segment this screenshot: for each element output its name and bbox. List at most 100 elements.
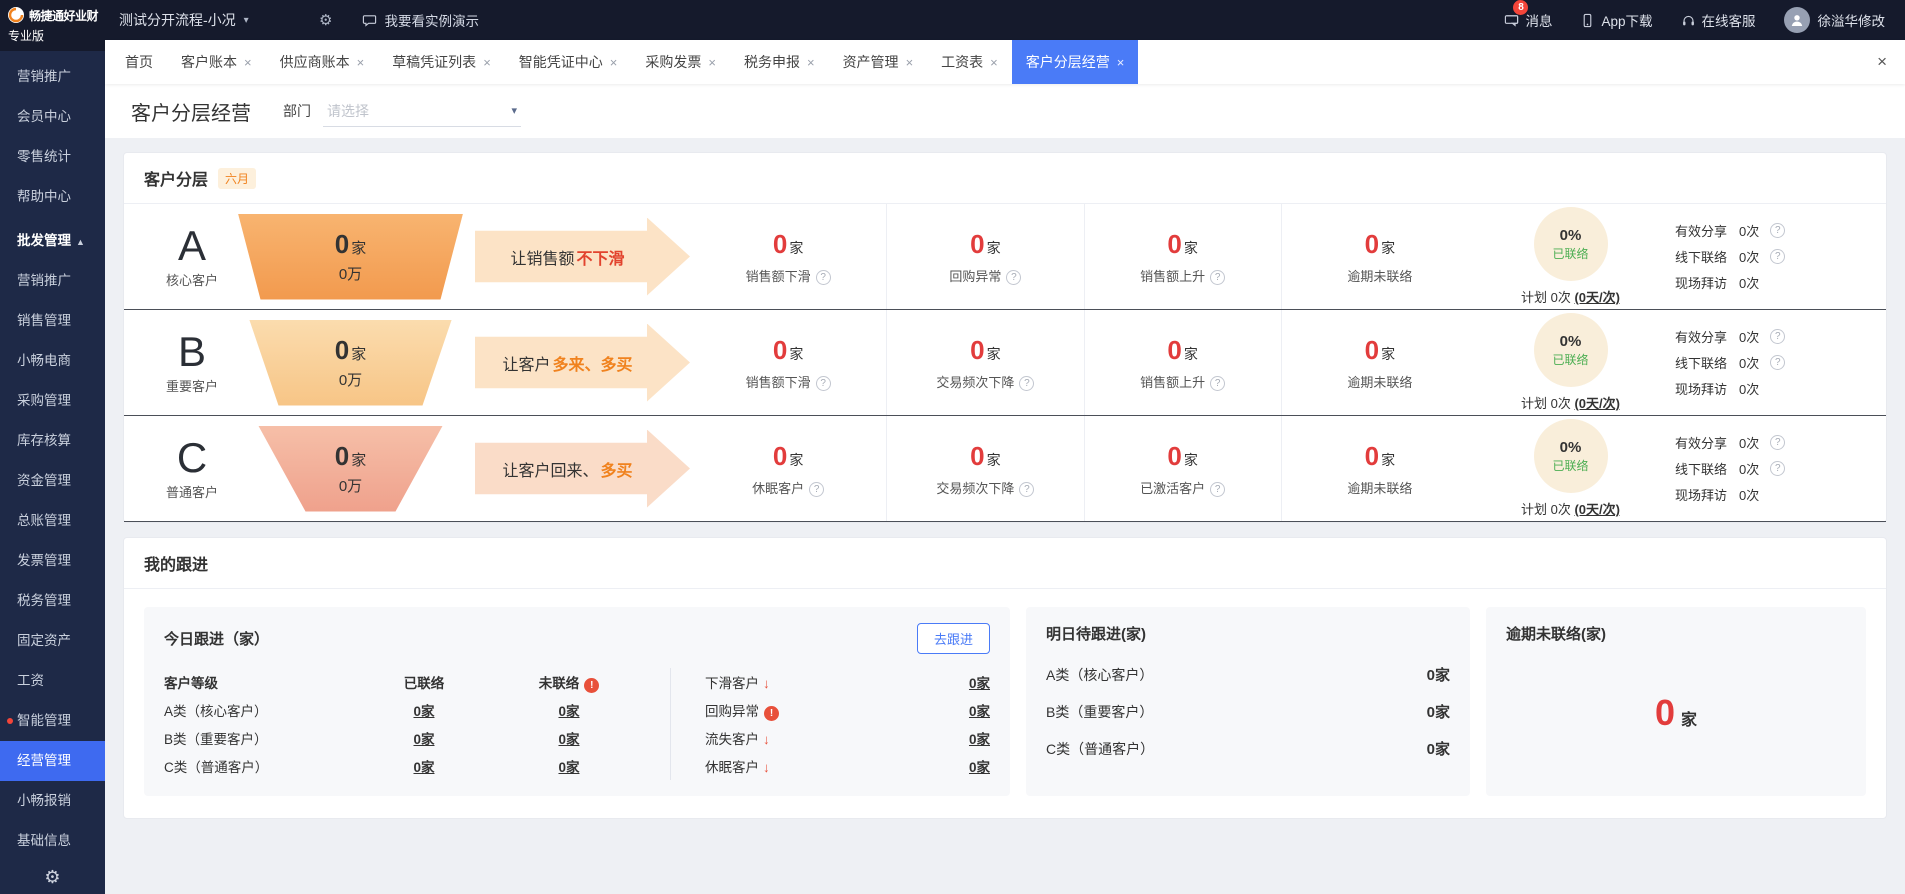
side-stat-value: 0次 [1739,276,1760,291]
sidebar-item-member-center[interactable]: 会员中心 [0,97,105,137]
sidebar-settings-gear-icon[interactable]: ⚙ [0,861,105,894]
tab-close-icon[interactable]: × [906,55,914,70]
help-icon[interactable]: ? [1210,375,1226,391]
contacted-count-link[interactable]: 0家 [413,760,434,775]
side-stat-label: 有效分享 [1675,436,1728,451]
tab-supplier-ledger[interactable]: 供应商账本 × [266,40,379,84]
today-table-row: A类（核心客户） 0家 0家 [164,696,664,724]
contacted-count-link[interactable]: 0家 [413,704,434,719]
user-menu[interactable]: 徐溢华修改 [1783,7,1885,33]
sidebar-item-label: 经营管理 [17,753,71,768]
app-download-button[interactable]: App下载 [1580,10,1653,30]
help-icon[interactable]: ? [1210,269,1226,285]
sidebar-item-inventory-accounting[interactable]: 库存核算 [0,421,105,461]
sidebar-item-sales-mgmt[interactable]: 销售管理 [0,301,105,341]
plan-link[interactable]: (0天/次) [1574,396,1620,411]
online-service-button[interactable]: 在线客服 [1681,10,1756,30]
sidebar-item-basic-info[interactable]: 基础信息 [0,821,105,861]
follow-card-title: 我的跟进 [144,557,209,574]
tabbar: 首页 客户账本 × 供应商账本 × 草稿凭证列表 × 智能凭证中心 × 采购发票 × 税务… [105,40,1905,84]
sidebar-item-fixed-assets[interactable]: 固定资产 [0,621,105,661]
online-service-label: 在线客服 [1701,14,1756,29]
go-follow-button[interactable]: 去跟进 [916,623,990,654]
tab-smart-voucher-center[interactable]: 智能凭证中心 × [505,40,632,84]
sidebar-item-smart-mgmt[interactable]: 智能管理 [0,701,105,741]
sidebar-item-xiaochang-expense[interactable]: 小畅报销 [0,781,105,821]
help-icon[interactable]: ? [809,481,825,497]
tomorrow-count: 0家 [1426,667,1450,684]
tab-close-icon[interactable]: × [1117,55,1125,70]
tomorrow-count: 0家 [1426,741,1450,758]
sidebar-item-help-center[interactable]: 帮助中心 [0,177,105,217]
tab-home[interactable]: 首页 [111,40,167,84]
close-all-tabs-icon[interactable]: × [1859,40,1905,84]
tab-close-icon[interactable]: × [807,55,815,70]
help-icon[interactable]: ? [1006,269,1022,285]
help-icon[interactable]: ? [1019,481,1035,497]
tab-draft-voucher-list[interactable]: 草稿凭证列表 × [378,40,505,84]
alert-count-link[interactable]: 0家 [969,672,990,692]
help-icon[interactable]: ? [1019,375,1035,391]
sidebar-item-retail-stats[interactable]: 零售统计 [0,137,105,177]
tomorrow-follow-panel: 明日待跟进(家) A类（核心客户） 0家 B类（重要客户） 0家 C类（普通客户… [1026,607,1470,796]
sidebar-item-invoice-mgmt[interactable]: 发票管理 [0,541,105,581]
help-icon[interactable]: ? [1210,481,1226,497]
sidebar-item-label: 总账管理 [17,513,71,528]
tab-close-icon[interactable]: × [244,55,252,70]
sidebar-item-xiaochang-ecommerce[interactable]: 小畅电商 [0,341,105,381]
tab-close-icon[interactable]: × [483,55,491,70]
tab-close-icon[interactable]: × [357,55,365,70]
tab-close-icon[interactable]: × [990,55,998,70]
help-icon[interactable]: ? [1770,435,1786,450]
sidebar-item-business-mgmt[interactable]: 经营管理 [0,741,105,781]
plan-link[interactable]: (0天/次) [1574,290,1620,305]
help-icon[interactable]: ? [1770,249,1786,264]
uncontacted-count-link[interactable]: 0家 [558,704,579,719]
org-settings-gear-icon[interactable]: ⚙ [319,11,332,29]
alert-count-link[interactable]: 0家 [969,728,990,748]
tab-customer-layering[interactable]: 客户分层经营 × [1011,40,1139,84]
tab-payroll-sheet[interactable]: 工资表 × [927,40,1012,84]
tab-asset-management[interactable]: 资产管理 × [829,40,928,84]
sidebar-group-wholesale-mgmt[interactable]: 批发管理 ▲ [0,221,105,261]
tab-purchase-invoice[interactable]: 采购发票 × [631,40,730,84]
sidebar-item-general-ledger[interactable]: 总账管理 [0,501,105,541]
layer-metric: 0家 销售额下滑? [690,204,886,309]
org-select[interactable]: 测试分开流程-小况 ▾ [119,10,309,30]
uncontacted-count-link[interactable]: 0家 [558,732,579,747]
overdue-title: 逾期未联络(家) [1506,626,1606,643]
contact-ring: 0% 已联络 [1533,313,1608,387]
sidebar-item-tax-mgmt[interactable]: 税务管理 [0,581,105,621]
ring-status: 已联络 [1552,352,1589,367]
alert-count-link[interactable]: 0家 [969,700,990,720]
demo-link[interactable]: 我要看实例演示 [362,10,479,30]
side-stat-value: 0次 [1739,250,1760,265]
plan-link[interactable]: (0天/次) [1574,502,1620,517]
alert-count-link[interactable]: 0家 [969,756,990,776]
tab-tax-filing[interactable]: 税务申报 × [730,40,829,84]
tab-customer-ledger[interactable]: 客户账本 × [167,40,266,84]
uncontacted-count-link[interactable]: 0家 [558,760,579,775]
tomorrow-row: B类（重要客户） 0家 [1046,693,1450,730]
sidebar-item-purchase-mgmt[interactable]: 采购管理 [0,381,105,421]
layer-letter-block: C 普通客户 [146,436,238,501]
tab-close-icon[interactable]: × [610,55,618,70]
metric-value: 0 [1364,440,1380,471]
sidebar-item-marketing-promo[interactable]: 营销推广 [0,57,105,97]
layer-count: 0 [334,335,350,365]
dept-select[interactable]: 请选择 ▾ [323,96,521,127]
contacted-count-link[interactable]: 0家 [413,732,434,747]
messages-button[interactable]: 8 消息 [1504,0,1552,30]
funnel-shape: 0家 0万 [238,213,463,300]
help-icon[interactable]: ? [1770,461,1786,476]
help-icon[interactable]: ? [1770,223,1786,238]
help-icon[interactable]: ? [1770,355,1786,370]
help-icon[interactable]: ? [815,269,831,285]
sidebar-item-marketing-promo-2[interactable]: 营销推广 [0,261,105,301]
sidebar-item-payroll[interactable]: 工资 [0,661,105,701]
tab-close-icon[interactable]: × [708,55,716,70]
help-icon[interactable]: ? [815,375,831,391]
layer-metric: 0家 逾期未联络 [1280,204,1478,309]
sidebar-item-funds-mgmt[interactable]: 资金管理 [0,461,105,501]
help-icon[interactable]: ? [1770,329,1786,344]
